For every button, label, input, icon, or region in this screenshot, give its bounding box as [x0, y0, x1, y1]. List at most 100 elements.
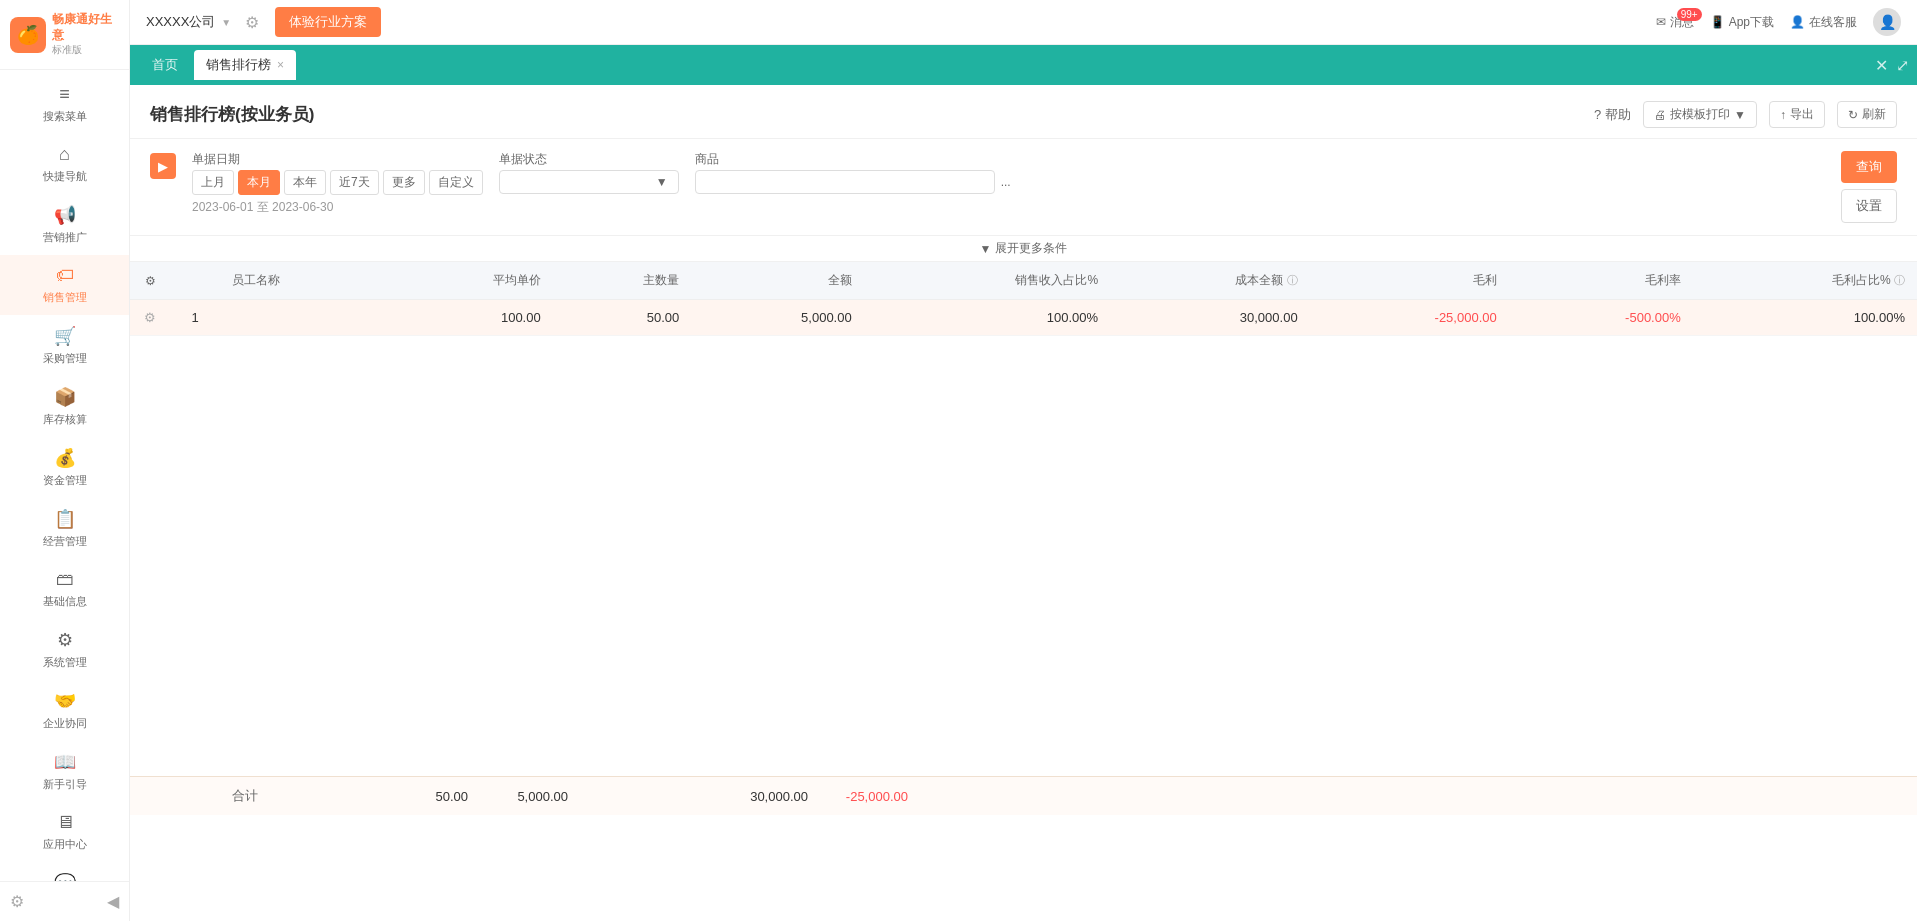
help-button[interactable]: ? 帮助: [1594, 106, 1631, 124]
header-right: ✉ 消息 99+ 📱 App下载 👤 在线客服 👤: [1656, 8, 1901, 36]
query-section: 查询 设置: [1841, 151, 1897, 223]
sidebar-label-system: 系统管理: [43, 655, 87, 670]
date-range-display: 2023-06-01 至 2023-06-30: [192, 199, 483, 216]
date-btn-more[interactable]: 更多: [383, 170, 425, 195]
tab-label: 销售排行榜: [206, 56, 271, 74]
trial-button[interactable]: 体验行业方案: [275, 7, 381, 37]
sidebar-label-enterprise: 企业协同: [43, 716, 87, 731]
message-button[interactable]: ✉ 消息 99+: [1656, 14, 1694, 31]
sidebar-item-wechat[interactable]: 💬 企业微信: [0, 862, 129, 881]
logo-text: 畅康通好生意: [52, 12, 119, 43]
goods-filter-section: 商品 ...: [695, 151, 1013, 194]
filter-toggle-btn[interactable]: ▶: [150, 153, 176, 179]
status-caret-icon: ▼: [656, 175, 668, 189]
date-btn-custom[interactable]: 自定义: [429, 170, 483, 195]
main-area: XXXXX公司 ▼ ⚙ 体验行业方案 ✉ 消息 99+ 📱 App下载 👤 在线…: [130, 0, 1917, 921]
sidebar-collapse-icon[interactable]: ◀: [107, 892, 119, 911]
help-label: 帮助: [1605, 106, 1631, 124]
sidebar-item-guide[interactable]: 📖 新手引导: [0, 741, 129, 802]
th-gross-pct: 毛利占比% ⓘ: [1693, 262, 1917, 300]
refresh-button[interactable]: ↻ 刷新: [1837, 101, 1897, 128]
expand-bar: ▼ 展开更多条件: [130, 236, 1917, 262]
date-filter-section: 单据日期 上月 本月 本年 近7天 更多 自定义 2023-06-01 至 20…: [192, 151, 483, 216]
user-avatar[interactable]: 👤: [1873, 8, 1901, 36]
footer-cost: 30,000.00: [700, 789, 820, 804]
th-main-qty: 主数量: [553, 262, 692, 300]
print-button[interactable]: 🖨 按模板打印 ▼: [1643, 101, 1757, 128]
goods-more-icon[interactable]: ...: [999, 173, 1013, 191]
sidebar-item-appcenter[interactable]: 🖥 应用中心: [0, 802, 129, 862]
sidebar-item-operations[interactable]: 📋 经营管理: [0, 498, 129, 559]
wechat-icon: 💬: [54, 872, 76, 881]
query-button[interactable]: 查询: [1841, 151, 1897, 183]
sidebar-item-enterprise[interactable]: 🤝 企业协同: [0, 680, 129, 741]
logo-sub: 标准版: [52, 43, 119, 57]
sidebar-label-inventory: 库存核算: [43, 412, 87, 427]
logo-icon: 🍊: [10, 17, 46, 53]
sidebar-item-marketing[interactable]: 📢 营销推广: [0, 194, 129, 255]
service-button[interactable]: 👤 在线客服: [1790, 14, 1857, 31]
export-button[interactable]: ↑ 导出: [1769, 101, 1825, 128]
sidebar-item-quicknav[interactable]: ⌂ 快捷导航: [0, 134, 129, 194]
goods-input[interactable]: [695, 170, 995, 194]
finance-icon: 💰: [54, 447, 76, 469]
sidebar-footer: ⚙ ◀: [0, 881, 129, 921]
sidebar-item-sales[interactable]: 🏷 销售管理: [0, 255, 129, 315]
footer-gross: -25,000.00: [820, 789, 920, 804]
expand-label: 展开更多条件: [995, 240, 1067, 257]
th-sales-pct: 销售收入占比%: [864, 262, 1110, 300]
avatar-icon: 👤: [1879, 14, 1896, 30]
td-settings[interactable]: ⚙: [130, 300, 170, 336]
sidebar-item-finance[interactable]: 💰 资金管理: [0, 437, 129, 498]
th-avg-price: 平均单价: [386, 262, 552, 300]
date-btn-row: 上月 本月 本年 近7天 更多 自定义: [192, 170, 483, 195]
tab-close-icon[interactable]: ×: [277, 58, 284, 72]
message-badge: 99+: [1677, 8, 1702, 21]
filter-bar: ▶ 单据日期 上月 本月 本年 近7天 更多 自定义 2023-06-01 至 …: [130, 139, 1917, 236]
sidebar-item-system[interactable]: ⚙ 系统管理: [0, 619, 129, 680]
th-name: 员工名称: [220, 262, 386, 300]
tab-close-window-icon[interactable]: ✕: [1875, 56, 1888, 75]
sidebar-item-search[interactable]: ≡ 搜索菜单: [0, 74, 129, 134]
status-select[interactable]: ▼: [499, 170, 679, 194]
th-rank: [170, 262, 220, 300]
company-select[interactable]: XXXXX公司 ▼: [146, 13, 231, 31]
sidebar-label-basicinfo: 基础信息: [43, 594, 87, 609]
sidebar-label-guide: 新手引导: [43, 777, 87, 792]
date-btn-thismonth[interactable]: 本月: [238, 170, 280, 195]
sidebar-item-basicinfo[interactable]: 🗃 基础信息: [0, 559, 129, 619]
operations-icon: 📋: [54, 508, 76, 530]
th-gross-rate: 毛利率: [1509, 262, 1693, 300]
td-name: [220, 300, 386, 336]
tab-maximize-icon[interactable]: ⤢: [1896, 56, 1909, 75]
settings-button[interactable]: 设置: [1841, 189, 1897, 223]
th-cost: 成本全额 ⓘ: [1110, 262, 1309, 300]
company-caret-icon: ▼: [221, 17, 231, 28]
status-filter-label: 单据状态: [499, 151, 679, 168]
td-gross-pct: 100.00%: [1693, 300, 1917, 336]
table-footer: 合计 50.00 5,000.00 30,000.00 -25,000.00: [130, 776, 1917, 815]
td-rank: 1: [170, 300, 220, 336]
basicinfo-icon: 🗃: [56, 569, 74, 590]
table-spacer: [130, 336, 1917, 776]
system-icon: ⚙: [57, 629, 73, 651]
tab-sales-ranking[interactable]: 销售排行榜 ×: [194, 50, 296, 80]
tab-bar: 首页 销售排行榜 × ✕ ⤢: [130, 45, 1917, 85]
header-settings-icon[interactable]: ⚙: [245, 13, 259, 32]
sidebar-item-purchase[interactable]: 🛒 采购管理: [0, 315, 129, 376]
sidebar-item-inventory[interactable]: 📦 库存核算: [0, 376, 129, 437]
sidebar-label-sales: 销售管理: [43, 290, 87, 305]
app-download-button[interactable]: 📱 App下载: [1710, 14, 1774, 31]
date-btn-lastmonth[interactable]: 上月: [192, 170, 234, 195]
message-icon: ✉: [1656, 15, 1666, 29]
sidebar-settings-icon[interactable]: ⚙: [10, 892, 24, 911]
date-btn-last7[interactable]: 近7天: [330, 170, 379, 195]
logo-area: 🍊 畅康通好生意 标准版: [0, 0, 129, 70]
date-btn-thisyear[interactable]: 本年: [284, 170, 326, 195]
expand-more-btn[interactable]: ▼ 展开更多条件: [980, 240, 1068, 257]
th-settings[interactable]: ⚙: [130, 262, 170, 300]
print-caret-icon: ▼: [1734, 108, 1746, 122]
sidebar: 🍊 畅康通好生意 标准版 ≡ 搜索菜单 ⌂ 快捷导航 📢 营销推广 🏷 销售管理…: [0, 0, 130, 921]
tab-home[interactable]: 首页: [138, 50, 192, 80]
table-header-row: ⚙ 员工名称 平均单价 主数量 全额 销售收入占比% 成本全额 ⓘ 毛利 毛利率…: [130, 262, 1917, 300]
